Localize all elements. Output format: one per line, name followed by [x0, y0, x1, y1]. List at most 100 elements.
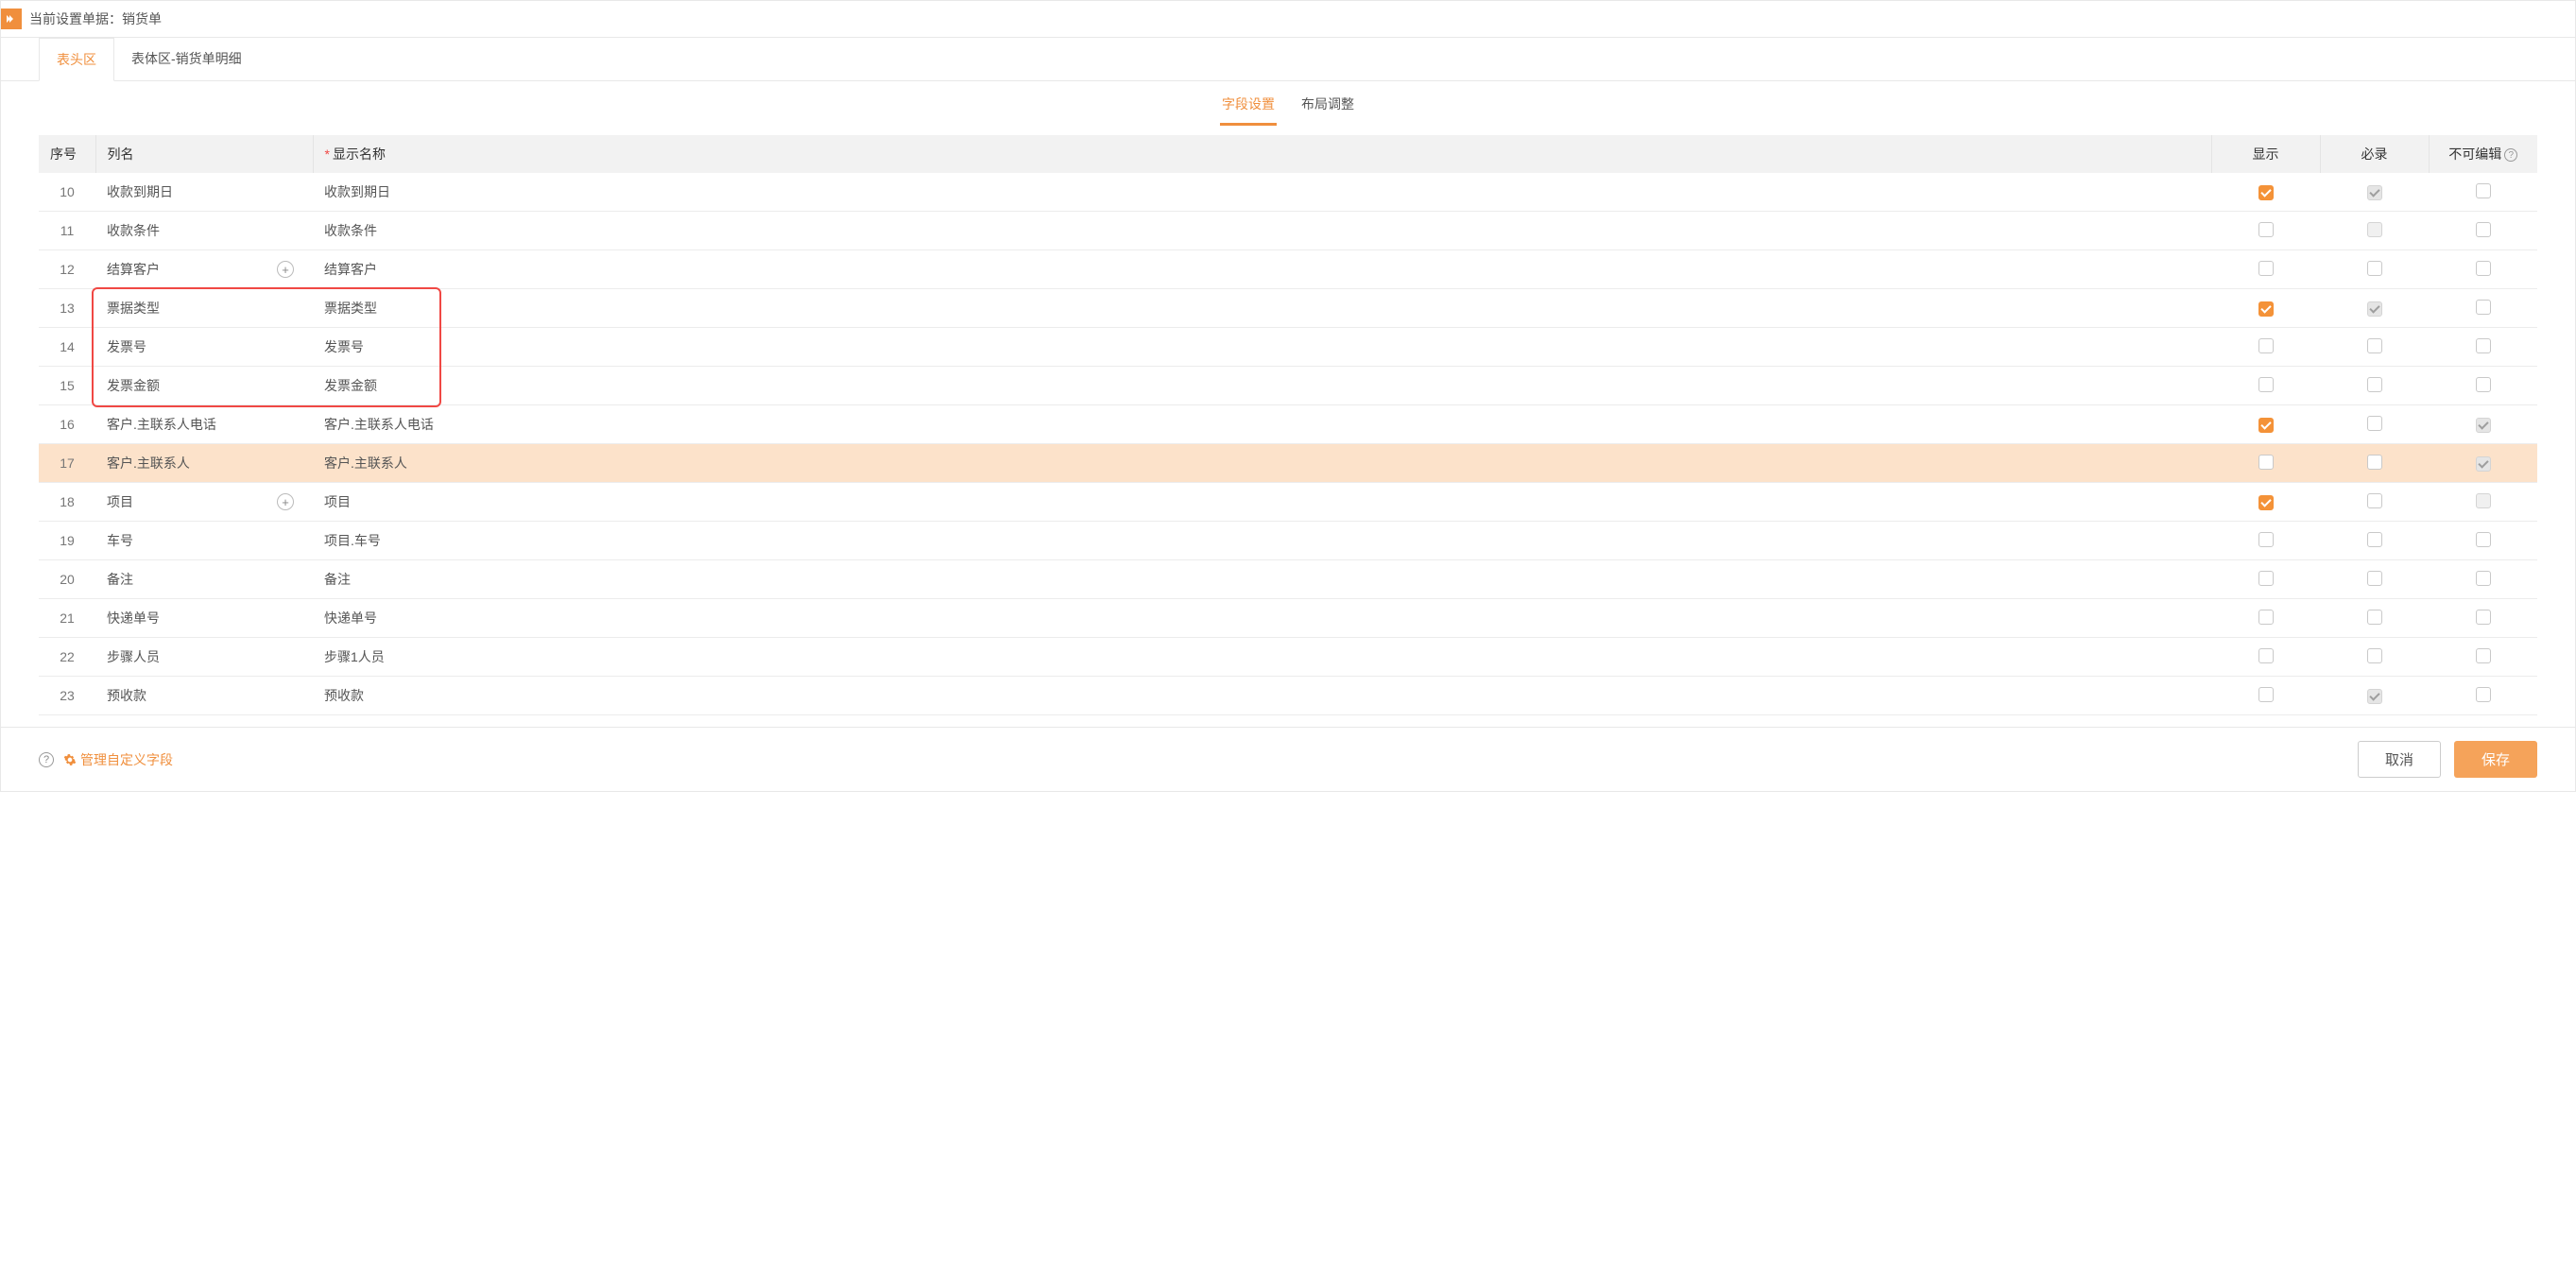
show-checkbox[interactable]: [2258, 532, 2274, 547]
row-display-name[interactable]: 结算客户: [313, 250, 2211, 289]
show-checkbox[interactable]: [2258, 261, 2274, 276]
show-checkbox[interactable]: [2258, 610, 2274, 625]
question-icon[interactable]: ?: [39, 752, 54, 767]
readonly-checkbox[interactable]: [2476, 687, 2491, 702]
readonly-checkbox[interactable]: [2476, 261, 2491, 276]
show-checkbox[interactable]: [2258, 571, 2274, 586]
row-show-cell: [2211, 367, 2320, 405]
row-display-name[interactable]: 预收款: [313, 677, 2211, 715]
row-display-name[interactable]: 票据类型: [313, 289, 2211, 328]
required-checkbox[interactable]: [2367, 532, 2382, 547]
readonly-checkbox[interactable]: [2476, 300, 2491, 315]
header-title-prefix: 当前设置单据：: [29, 11, 122, 26]
required-checkbox[interactable]: [2367, 338, 2382, 353]
show-checkbox[interactable]: [2258, 687, 2274, 702]
show-checkbox[interactable]: [2258, 222, 2274, 237]
chevron-right-icon: [6, 13, 17, 25]
main-tab-1[interactable]: 表体区-销货单明细: [114, 38, 259, 80]
show-checkbox[interactable]: [2258, 185, 2274, 200]
table-row[interactable]: 13票据类型票据类型: [39, 289, 2537, 328]
add-sub-field-button[interactable]: +: [277, 493, 294, 510]
table-row[interactable]: 20备注备注: [39, 560, 2537, 599]
row-display-name[interactable]: 发票号: [313, 328, 2211, 367]
header-title: 当前设置单据：销货单: [29, 9, 162, 28]
row-readonly-cell: [2429, 367, 2537, 405]
row-seq: 11: [39, 212, 95, 250]
row-name-cell: 备注: [95, 560, 313, 599]
table-row[interactable]: 16客户.主联系人电话客户.主联系人电话: [39, 405, 2537, 444]
table-row[interactable]: 23预收款预收款: [39, 677, 2537, 715]
show-checkbox[interactable]: [2258, 338, 2274, 353]
table-row[interactable]: 22步骤人员步骤1人员: [39, 638, 2537, 677]
row-name-label: 结算客户: [107, 260, 160, 279]
row-name-label: 收款条件: [107, 221, 160, 240]
row-readonly-cell: [2429, 405, 2537, 444]
show-checkbox[interactable]: [2258, 455, 2274, 470]
readonly-checkbox[interactable]: [2476, 648, 2491, 663]
required-checkbox[interactable]: [2367, 377, 2382, 392]
table-row[interactable]: 14发票号发票号: [39, 328, 2537, 367]
required-checkbox[interactable]: [2367, 571, 2382, 586]
main-tab-0[interactable]: 表头区: [39, 38, 114, 81]
table-row[interactable]: 15发票金额发票金额: [39, 367, 2537, 405]
row-required-cell: [2320, 560, 2429, 599]
show-checkbox[interactable]: [2258, 495, 2274, 510]
col-header-display-text: 显示名称: [333, 146, 386, 162]
row-seq: 20: [39, 560, 95, 599]
row-display-name[interactable]: 步骤1人员: [313, 638, 2211, 677]
row-display-name[interactable]: 项目: [313, 483, 2211, 522]
required-checkbox[interactable]: [2367, 648, 2382, 663]
table-row[interactable]: 10收款到期日收款到期日: [39, 173, 2537, 212]
row-display-name[interactable]: 客户.主联系人电话: [313, 405, 2211, 444]
readonly-checkbox[interactable]: [2476, 377, 2491, 392]
readonly-checkbox[interactable]: [2476, 183, 2491, 198]
readonly-checkbox[interactable]: [2476, 610, 2491, 625]
required-checkbox: [2367, 689, 2382, 704]
row-display-name[interactable]: 收款到期日: [313, 173, 2211, 212]
row-readonly-cell: [2429, 483, 2537, 522]
help-icon[interactable]: ?: [2504, 148, 2517, 162]
table-row[interactable]: 12结算客户+结算客户: [39, 250, 2537, 289]
table-row[interactable]: 17客户.主联系人客户.主联系人: [39, 444, 2537, 483]
row-required-cell: [2320, 289, 2429, 328]
sub-tab-0[interactable]: 字段设置: [1220, 95, 1277, 126]
sub-tab-1[interactable]: 布局调整: [1299, 95, 1356, 126]
table-row[interactable]: 19车号项目.车号: [39, 522, 2537, 560]
row-readonly-cell: [2429, 677, 2537, 715]
show-checkbox[interactable]: [2258, 418, 2274, 433]
row-display-name[interactable]: 项目.车号: [313, 522, 2211, 560]
row-seq: 10: [39, 173, 95, 212]
table-body: 10收款到期日收款到期日11收款条件收款条件12结算客户+结算客户13票据类型票…: [39, 173, 2537, 715]
row-display-name[interactable]: 客户.主联系人: [313, 444, 2211, 483]
table-row[interactable]: 18项目+项目: [39, 483, 2537, 522]
row-display-name[interactable]: 快递单号: [313, 599, 2211, 638]
row-readonly-cell: [2429, 250, 2537, 289]
row-readonly-cell: [2429, 328, 2537, 367]
save-button[interactable]: 保存: [2454, 741, 2537, 778]
cancel-button[interactable]: 取消: [2358, 741, 2441, 778]
readonly-checkbox[interactable]: [2476, 571, 2491, 586]
table-row[interactable]: 21快递单号快递单号: [39, 599, 2537, 638]
row-name-label: 预收款: [107, 686, 146, 705]
required-checkbox[interactable]: [2367, 261, 2382, 276]
required-checkbox[interactable]: [2367, 493, 2382, 508]
row-readonly-cell: [2429, 599, 2537, 638]
readonly-checkbox[interactable]: [2476, 532, 2491, 547]
row-name-label: 项目: [107, 492, 133, 511]
row-required-cell: [2320, 677, 2429, 715]
readonly-checkbox[interactable]: [2476, 222, 2491, 237]
required-checkbox[interactable]: [2367, 455, 2382, 470]
row-display-name[interactable]: 收款条件: [313, 212, 2211, 250]
show-checkbox[interactable]: [2258, 301, 2274, 317]
table-row[interactable]: 11 收款条件 收款条件: [39, 212, 2537, 250]
required-checkbox[interactable]: [2367, 416, 2382, 431]
readonly-checkbox[interactable]: [2476, 338, 2491, 353]
show-checkbox[interactable]: [2258, 648, 2274, 663]
required-checkbox[interactable]: [2367, 610, 2382, 625]
row-display-name[interactable]: 发票金额: [313, 367, 2211, 405]
show-checkbox[interactable]: [2258, 377, 2274, 392]
row-display-name[interactable]: 备注: [313, 560, 2211, 599]
manage-custom-fields-link[interactable]: 管理自定义字段: [63, 750, 173, 769]
expand-panel-button[interactable]: [1, 9, 22, 29]
add-sub-field-button[interactable]: +: [277, 261, 294, 278]
